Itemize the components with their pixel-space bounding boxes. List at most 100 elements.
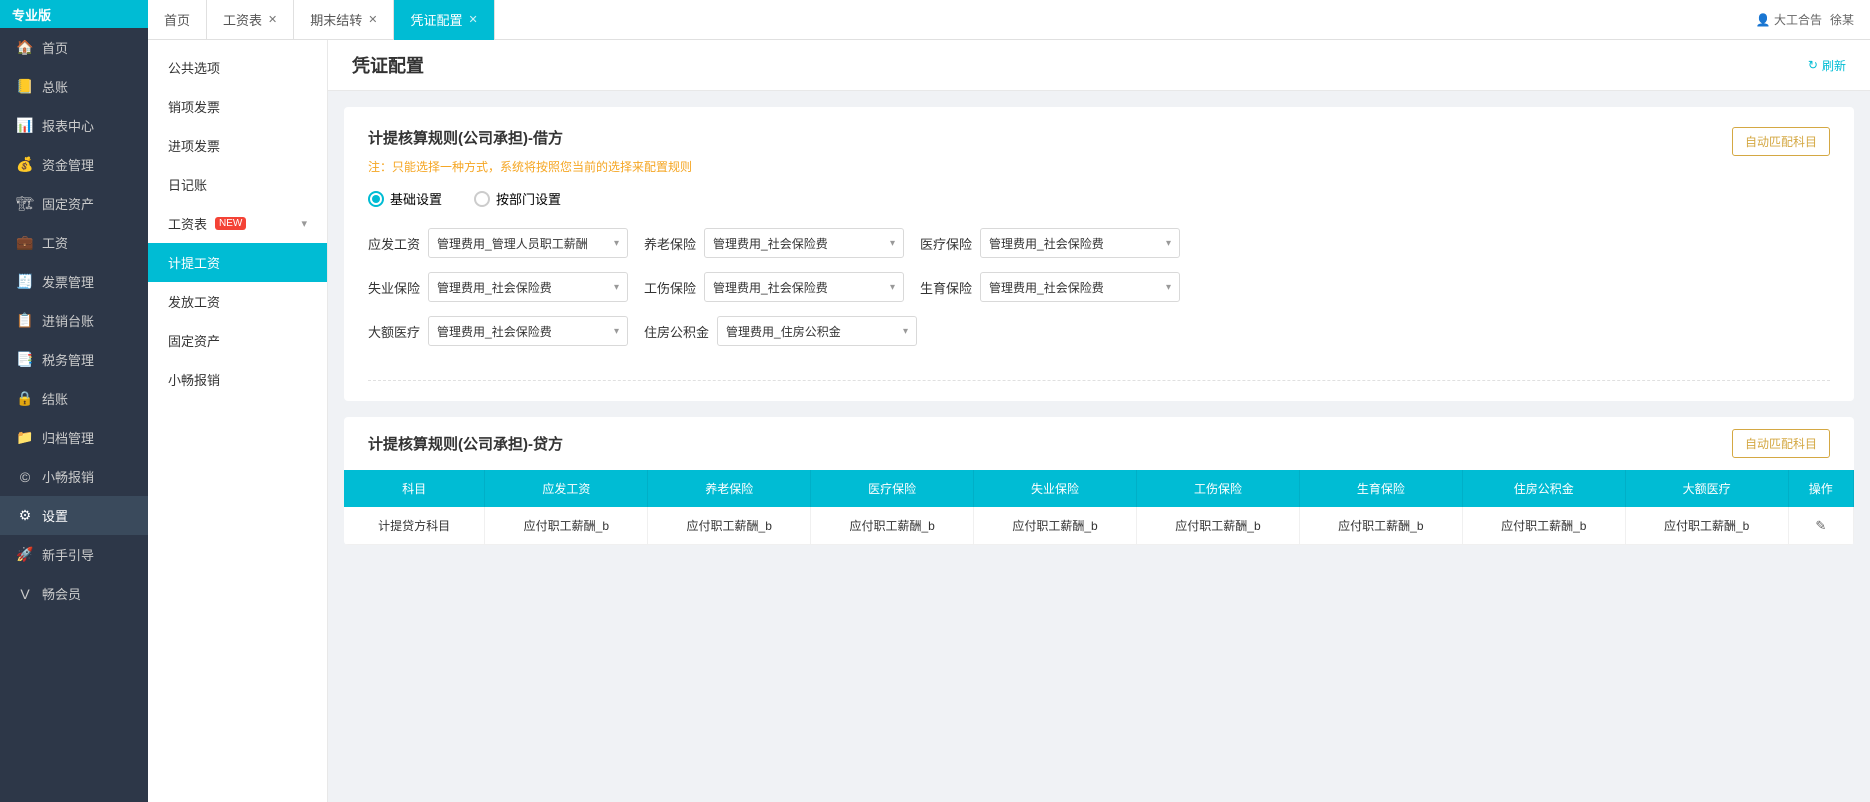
edit-icon[interactable]: ✎ [1815, 518, 1826, 533]
sidebar-item-report-center[interactable]: 📊 报表中心 [0, 106, 148, 145]
gongshang-select[interactable]: 管理费用_社会保险费 ▾ [704, 272, 904, 302]
purchasesales-icon: 📋 [16, 312, 34, 329]
home-icon: 🏠 [16, 39, 34, 56]
cell-housing: 应付职工薪酬_b [1462, 507, 1625, 545]
debit-note: 注：只能选择一种方式，系统将按照您当前的选择来配置规则 [368, 158, 1732, 175]
yanglao-label: 养老保险 [644, 234, 696, 253]
daeyiliao-select[interactable]: 管理费用_社会保险费 ▾ [428, 316, 628, 346]
col-housing: 住房公积金 [1462, 470, 1625, 507]
xiaochangreport-icon: © [16, 469, 34, 485]
left-nav-calc-payroll[interactable]: 计提工资 [148, 243, 327, 282]
page-title: 凭证配置 [352, 52, 424, 78]
left-nav-sales-invoice[interactable]: 销项发票 [148, 87, 327, 126]
credit-section: 计提核算规则(公司承担)-贷方 自动匹配科目 科目 应发工资 养老保险 医疗保险… [344, 417, 1854, 545]
sidebar-item-purchase-sales[interactable]: 📋 进销台账 [0, 301, 148, 340]
close-voucher-config-icon[interactable]: ✕ [469, 13, 478, 26]
shiye-label: 失业保险 [368, 278, 420, 297]
sidebar-item-settings[interactable]: ⚙ 设置 [0, 496, 148, 535]
yiliao-arrow-icon: ▾ [1166, 238, 1171, 249]
shiye-select[interactable]: 管理费用_社会保险费 ▾ [428, 272, 628, 302]
cell-bigmedical: 应付职工薪酬_b [1625, 507, 1788, 545]
guide-icon: 🚀 [16, 546, 34, 563]
shengyu-label: 生育保险 [920, 278, 972, 297]
sidebar-item-fixed-assets[interactable]: 🏗 固定资产 [0, 184, 148, 223]
sidebar-item-guide[interactable]: 🚀 新手引导 [0, 535, 148, 574]
topbar-right: 👤 大工合告 徐某 [1756, 11, 1870, 28]
debit-form-row-2: 失业保险 管理费用_社会保险费 ▾ 工伤保险 管理费用_社会保险费 [368, 272, 1732, 302]
form-item-zhufang: 住房公积金 管理费用_住房公积金 ▾ [644, 316, 917, 346]
close-payroll-table-icon[interactable]: ✕ [268, 13, 277, 26]
gongshang-label: 工伤保险 [644, 278, 696, 297]
sidebar-item-member[interactable]: V 畅会员 [0, 574, 148, 613]
left-nav-payroll-table[interactable]: 工资表 NEW ▾ [148, 204, 327, 243]
credit-auto-match-button[interactable]: 自动匹配科目 [1732, 429, 1830, 458]
yiliao-select[interactable]: 管理费用_社会保险费 ▾ [980, 228, 1180, 258]
zhufang-arrow-icon: ▾ [903, 326, 908, 337]
tab-period-close[interactable]: 期末结转 ✕ [294, 0, 394, 40]
topbar: 首页 工资表 ✕ 期末结转 ✕ 凭证配置 ✕ 👤 大工合告 徐某 [148, 0, 1870, 40]
yingfa-label: 应发工资 [368, 234, 420, 253]
left-nav-xiaochangreport[interactable]: 小畅报销 [148, 360, 327, 399]
yanglao-arrow-icon: ▾ [890, 238, 895, 249]
col-workinjury: 工伤保险 [1137, 470, 1300, 507]
user-avatar: 徐某 [1830, 11, 1854, 28]
cell-medical: 应付职工薪酬_b [811, 507, 974, 545]
radio-basic[interactable]: 基础设置 [368, 189, 442, 208]
debit-divider [368, 380, 1830, 381]
radio-department-dot [474, 191, 490, 207]
sidebar-item-home[interactable]: 🏠 首页 [0, 28, 148, 67]
assets-icon: 🏗 [16, 195, 34, 212]
tab-home[interactable]: 首页 [148, 0, 207, 40]
col-pension: 养老保险 [648, 470, 811, 507]
radio-department[interactable]: 按部门设置 [474, 189, 561, 208]
sidebar-item-fund-management[interactable]: 💰 资金管理 [0, 145, 148, 184]
debit-section: 计提核算规则(公司承担)-借方 注：只能选择一种方式，系统将按照您当前的选择来配… [344, 107, 1854, 401]
form-item-daeyiliao: 大额医疗 管理费用_社会保险费 ▾ [368, 316, 628, 346]
col-medical: 医疗保险 [811, 470, 974, 507]
tab-voucher-config[interactable]: 凭证配置 ✕ [394, 0, 494, 40]
zhufang-label: 住房公积金 [644, 322, 709, 341]
sidebar-item-tax[interactable]: 📑 税务管理 [0, 340, 148, 379]
shengyu-select[interactable]: 管理费用_社会保险费 ▾ [980, 272, 1180, 302]
archive-icon: 📁 [16, 429, 34, 446]
report-icon: 📊 [16, 117, 34, 134]
yingfa-select[interactable]: 管理费用_管理人员职工薪酬 ▾ [428, 228, 628, 258]
cell-action[interactable]: ✎ [1788, 507, 1853, 545]
left-nav-distribute-payroll[interactable]: 发放工资 [148, 282, 327, 321]
left-nav-fixed-assets[interactable]: 固定资产 [148, 321, 327, 360]
expand-icon: ▾ [301, 217, 307, 230]
debit-form-row-3: 大额医疗 管理费用_社会保险费 ▾ 住房公积金 管理费用_住房公积金 [368, 316, 1732, 346]
member-icon: V [16, 586, 34, 602]
sidebar-item-xiaochangreport[interactable]: © 小畅报销 [0, 457, 148, 496]
close-period-close-icon[interactable]: ✕ [368, 13, 377, 26]
sidebar-item-general-ledger[interactable]: 📒 总账 [0, 67, 148, 106]
debit-auto-match-button[interactable]: 自动匹配科目 [1732, 127, 1830, 156]
sidebar-item-archive[interactable]: 📁 归档管理 [0, 418, 148, 457]
credit-section-title: 计提核算规则(公司承担)-贷方 [368, 433, 563, 454]
sidebar-item-closing[interactable]: 🔒 结账 [0, 379, 148, 418]
tab-payroll-table[interactable]: 工资表 ✕ [207, 0, 294, 40]
invoice-icon: 🧾 [16, 273, 34, 290]
left-nav-public-options[interactable]: 公共选项 [148, 48, 327, 87]
left-nav-purchase-invoice[interactable]: 进项发票 [148, 126, 327, 165]
payroll-icon: 💼 [16, 234, 34, 251]
app-title: 专业版 [0, 0, 148, 28]
sidebar-item-invoice[interactable]: 🧾 发票管理 [0, 262, 148, 301]
shiye-arrow-icon: ▾ [614, 282, 619, 293]
fund-icon: 💰 [16, 156, 34, 173]
form-item-yiliao: 医疗保险 管理费用_社会保险费 ▾ [920, 228, 1180, 258]
yanglao-select[interactable]: 管理费用_社会保险费 ▾ [704, 228, 904, 258]
col-unemployment: 失业保险 [974, 470, 1137, 507]
refresh-button[interactable]: ↻ 刷新 [1808, 57, 1846, 74]
cell-maternity: 应付职工薪酬_b [1299, 507, 1462, 545]
user-info: 👤 大工合告 [1756, 11, 1822, 28]
sidebar-item-payroll[interactable]: 💼 工资 [0, 223, 148, 262]
shengyu-arrow-icon: ▾ [1166, 282, 1171, 293]
page-header: 凭证配置 ↻ 刷新 [328, 40, 1870, 91]
left-nav-journal[interactable]: 日记账 [148, 165, 327, 204]
credit-table-header: 计提核算规则(公司承担)-贷方 自动匹配科目 [344, 417, 1854, 470]
zhufang-select[interactable]: 管理费用_住房公积金 ▾ [717, 316, 917, 346]
cell-payroll: 应付职工薪酬_b [485, 507, 648, 545]
debit-form-row-1: 应发工资 管理费用_管理人员职工薪酬 ▾ 养老保险 管理费用_社会保险费 [368, 228, 1732, 258]
main-area: 首页 工资表 ✕ 期末结转 ✕ 凭证配置 ✕ 👤 大工合告 徐某 公共选项 销项… [148, 0, 1870, 802]
